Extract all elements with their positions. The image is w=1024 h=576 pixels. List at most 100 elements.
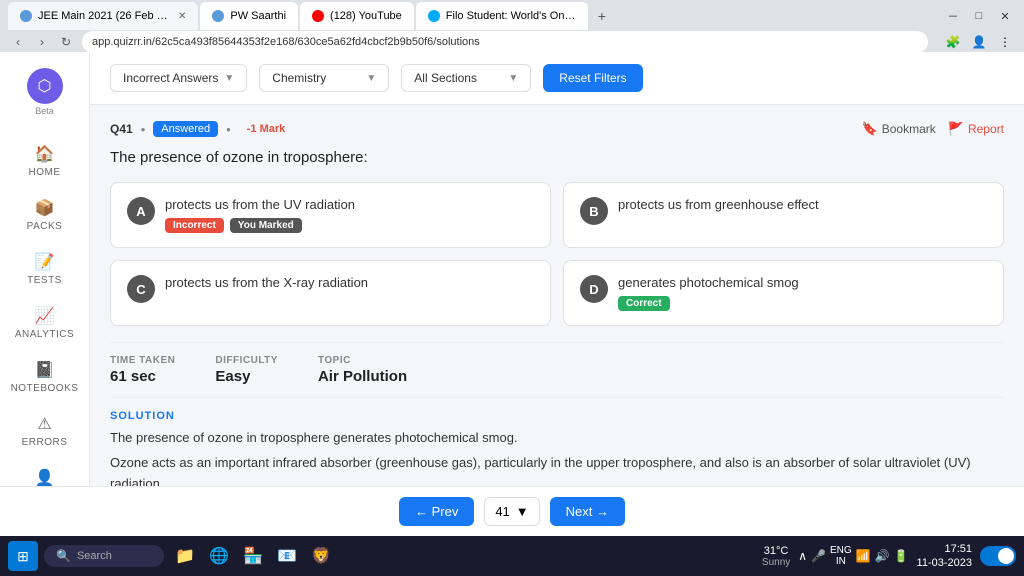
sidebar-item-analytics[interactable]: 📈 ANALYTICS bbox=[5, 298, 85, 348]
tab-bar: JEE Main 2021 (26 Feb Shift 1) - C ✕ PW … bbox=[0, 0, 1024, 32]
chemistry-dropdown[interactable]: Chemistry ▼ bbox=[259, 64, 389, 92]
taskbar-app-icons: 📁 🌐 🏪 📧 🦁 bbox=[170, 541, 336, 571]
tab-3[interactable]: (128) YouTube bbox=[300, 2, 414, 30]
tab-2[interactable]: PW Saarthi bbox=[200, 2, 298, 30]
taskbar-search[interactable]: 🔍 Search bbox=[44, 545, 164, 567]
prev-button[interactable]: ← Prev bbox=[399, 497, 474, 526]
language-indicator: ENGIN bbox=[830, 545, 852, 567]
option-a-card[interactable]: A protects us from the UV radiation Inco… bbox=[110, 182, 551, 248]
page-select[interactable]: 41 ▼ bbox=[484, 497, 539, 526]
sections-dropdown[interactable]: All Sections ▼ bbox=[401, 64, 531, 92]
tab-4-title: Filo Student: World's Only Live Instan..… bbox=[446, 10, 576, 22]
weather-widget: 31°C Sunny bbox=[762, 545, 790, 568]
weather-temp: 31°C bbox=[762, 545, 790, 557]
report-label: Report bbox=[968, 122, 1004, 136]
packs-icon: 📦 bbox=[35, 198, 55, 218]
solution-line1: The presence of ozone in troposphere gen… bbox=[110, 428, 1004, 449]
home-icon: 🏠 bbox=[35, 144, 55, 164]
correct-badge: Correct bbox=[618, 296, 670, 311]
option-d-card[interactable]: D generates photochemical smog Correct bbox=[563, 260, 1004, 326]
start-button[interactable]: ⊞ bbox=[8, 541, 38, 571]
sidebar-item-home[interactable]: 🏠 HOME bbox=[5, 136, 85, 186]
sidebar-item-notebooks[interactable]: 📓 NOTEBOOKS bbox=[5, 352, 85, 402]
sidebar-item-errors[interactable]: ⚠ ERRORS bbox=[5, 406, 85, 456]
option-d-badges: Correct bbox=[618, 296, 799, 311]
tab-4[interactable]: Filo Student: World's Only Live Instan..… bbox=[416, 2, 588, 30]
sidebar-item-packs[interactable]: 📦 PACKS bbox=[5, 190, 85, 240]
taskbar: ⊞ 🔍 Search 📁 🌐 🏪 📧 🦁 31°C Sunny ∧ 🎤 ENGI… bbox=[0, 536, 1024, 576]
tab-1[interactable]: JEE Main 2021 (26 Feb Shift 1) - C ✕ bbox=[8, 2, 198, 30]
minimize-button[interactable]: － bbox=[942, 5, 964, 27]
forward-button[interactable]: › bbox=[32, 32, 52, 52]
difficulty-label: DIFFICULTY bbox=[215, 355, 278, 366]
dropdown3-arrow-icon: ▼ bbox=[508, 73, 518, 84]
option-c-card[interactable]: C protects us from the X-ray radiation bbox=[110, 260, 551, 326]
battery-icon[interactable]: 🔋 bbox=[894, 549, 909, 563]
taskbar-store-icon[interactable]: 🏪 bbox=[238, 541, 268, 571]
report-action[interactable]: 🚩 Report bbox=[948, 121, 1004, 137]
taskbar-mail-icon[interactable]: 📧 bbox=[272, 541, 302, 571]
solution-label: SOLUTION bbox=[110, 410, 1004, 422]
sidebar-item-tests[interactable]: 📝 TESTS bbox=[5, 244, 85, 294]
weather-condition: Sunny bbox=[762, 557, 790, 568]
new-tab-button[interactable]: + bbox=[590, 4, 614, 28]
extensions-button[interactable]: 🧩 bbox=[942, 31, 964, 53]
analytics-icon: 📈 bbox=[35, 306, 55, 326]
page-select-arrow-icon: ▼ bbox=[516, 504, 529, 519]
you-marked-badge: You Marked bbox=[230, 218, 302, 233]
option-d-content: generates photochemical smog Correct bbox=[618, 275, 799, 311]
browser-chrome: JEE Main 2021 (26 Feb Shift 1) - C ✕ PW … bbox=[0, 0, 1024, 52]
menu-button[interactable]: ⋮ bbox=[994, 31, 1016, 53]
tab-1-close[interactable]: ✕ bbox=[178, 11, 186, 22]
taskbar-browser-icon[interactable]: 🌐 bbox=[204, 541, 234, 571]
toggle-switch[interactable] bbox=[980, 546, 1016, 566]
dropdown1-arrow-icon: ▼ bbox=[224, 73, 234, 84]
option-d-text: generates photochemical smog bbox=[618, 275, 799, 290]
question-meta: Q41 • Answered • -1 Mark 🔖 Bookmark 🚩 Re… bbox=[110, 121, 1004, 137]
taskbar-search-label: Search bbox=[77, 550, 112, 562]
close-button[interactable]: ✕ bbox=[994, 5, 1016, 27]
back-button[interactable]: ‹ bbox=[8, 32, 28, 52]
taskbar-files-icon[interactable]: 📁 bbox=[170, 541, 200, 571]
option-b-card[interactable]: B protects us from greenhouse effect bbox=[563, 182, 1004, 248]
reset-filters-button[interactable]: Reset Filters bbox=[543, 64, 642, 92]
bookmark-icon: 🔖 bbox=[862, 121, 878, 137]
bookmark-action[interactable]: 🔖 Bookmark bbox=[862, 121, 936, 137]
option-a-content: protects us from the UV radiation Incorr… bbox=[165, 197, 355, 233]
chevron-up-icon[interactable]: ∧ bbox=[798, 549, 807, 563]
answered-badge: Answered bbox=[153, 121, 218, 137]
address-bar: ‹ › ↻ app.quizrr.in/62c5ca493f85644353f2… bbox=[0, 32, 1024, 52]
option-c-text: protects us from the X-ray radiation bbox=[165, 275, 534, 290]
date-display: 11-03-2023 bbox=[917, 556, 972, 570]
search-icon: 🔍 bbox=[56, 549, 71, 563]
sidebar-label-packs: PACKS bbox=[27, 221, 63, 232]
tests-icon: 📝 bbox=[35, 252, 55, 272]
mic-icon[interactable]: 🎤 bbox=[811, 549, 826, 563]
option-b-text: protects us from greenhouse effect bbox=[618, 197, 987, 212]
next-button[interactable]: Next → bbox=[550, 497, 625, 526]
incorrect-answers-dropdown[interactable]: Incorrect Answers ▼ bbox=[110, 64, 247, 92]
system-tray: ∧ 🎤 ENGIN 📶 🔊 🔋 bbox=[798, 545, 908, 567]
tab-1-title: JEE Main 2021 (26 Feb Shift 1) - C bbox=[38, 10, 168, 22]
option-a-badges: Incorrect You Marked bbox=[165, 218, 355, 233]
tab-3-icon bbox=[312, 10, 324, 22]
taskbar-brave-icon[interactable]: 🦁 bbox=[306, 541, 336, 571]
sidebar-label-analytics: ANALYTICS bbox=[15, 329, 74, 340]
solution-section: SOLUTION The presence of ozone in tropos… bbox=[110, 410, 1004, 494]
profile-button[interactable]: 👤 bbox=[968, 31, 990, 53]
difficulty-value: Easy bbox=[215, 368, 278, 385]
volume-icon[interactable]: 🔊 bbox=[875, 549, 890, 563]
pagination-bar: ← Prev 41 ▼ Next → bbox=[0, 486, 1024, 536]
url-bar[interactable]: app.quizrr.in/62c5ca493f85644353f2e168/6… bbox=[82, 31, 928, 53]
option-a-text: protects us from the UV radiation bbox=[165, 197, 355, 212]
tab-2-icon bbox=[212, 10, 224, 22]
toggle-dot bbox=[998, 548, 1014, 564]
maximize-button[interactable]: □ bbox=[968, 5, 990, 27]
incorrect-answers-label: Incorrect Answers bbox=[123, 71, 218, 85]
wifi-icon[interactable]: 📶 bbox=[856, 549, 871, 563]
logo-beta: Beta bbox=[35, 106, 54, 116]
taskbar-clock[interactable]: 17:51 11-03-2023 bbox=[917, 542, 972, 571]
sidebar: ⬡ Beta 🏠 HOME 📦 PACKS 📝 TESTS 📈 ANALYTIC… bbox=[0, 52, 90, 536]
refresh-button[interactable]: ↻ bbox=[56, 32, 76, 52]
taskbar-right: 31°C Sunny ∧ 🎤 ENGIN 📶 🔊 🔋 17:51 11-03-2… bbox=[762, 542, 1016, 571]
